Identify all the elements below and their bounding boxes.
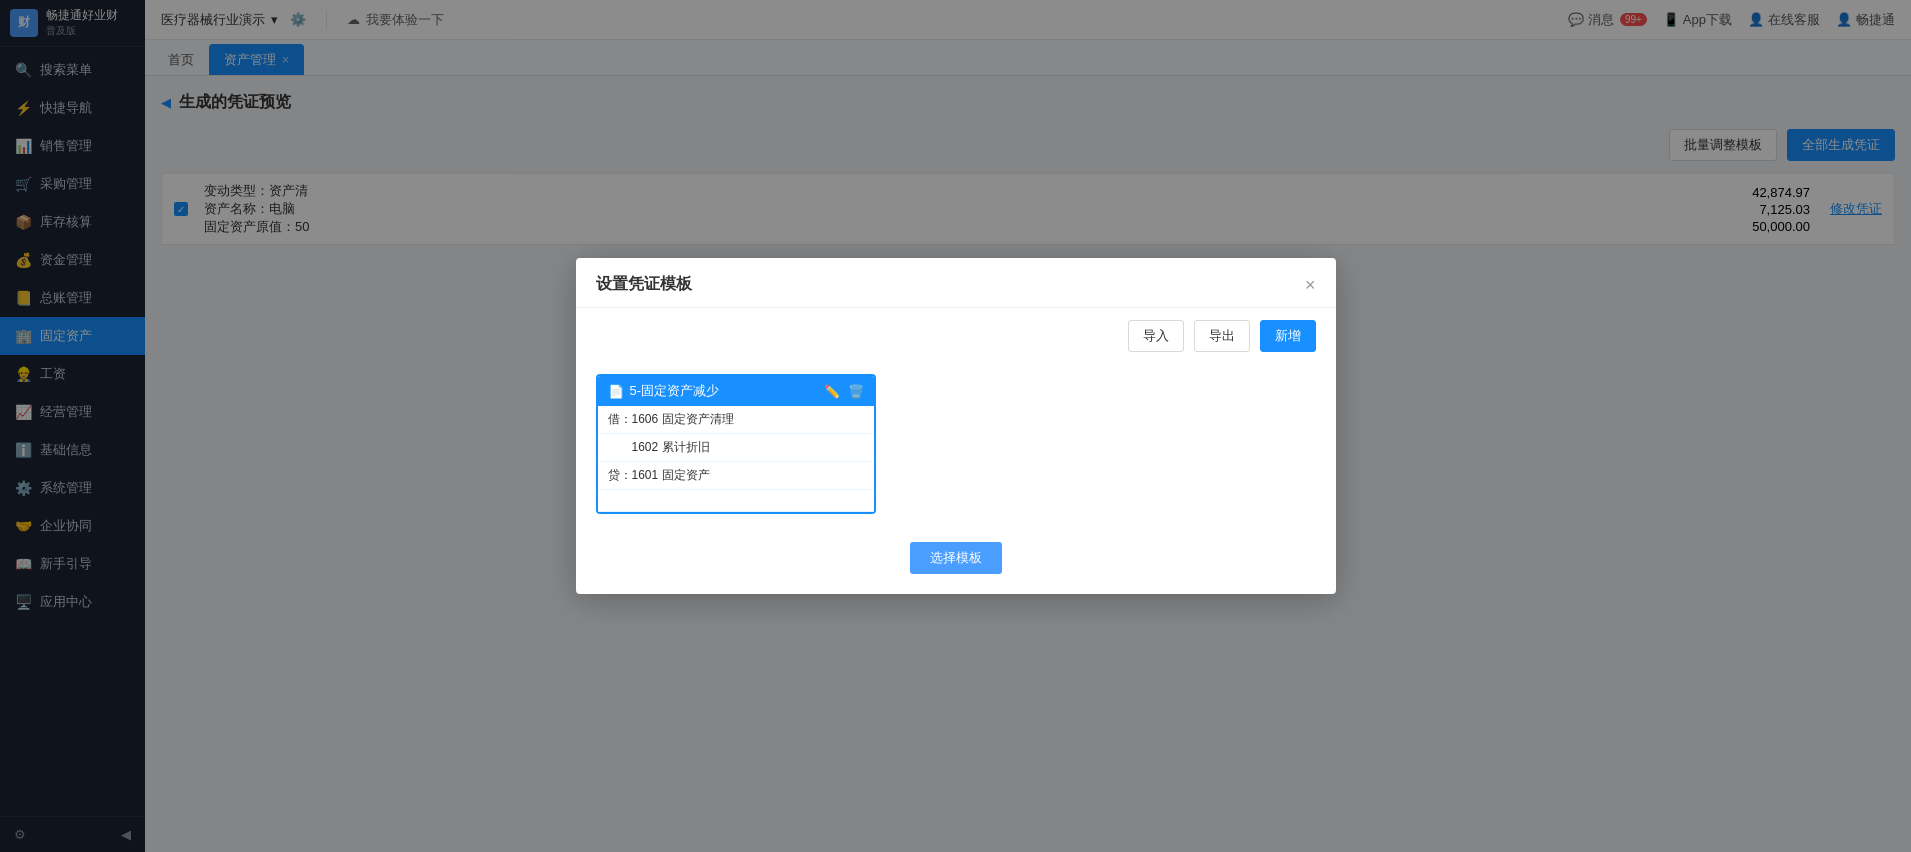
new-btn[interactable]: 新增 [1260, 320, 1316, 352]
template-debit-row-2: 1602 累计折旧 [598, 434, 874, 462]
template-credit-label-1: 贷：1601 固定资产 [608, 467, 710, 484]
voucher-template-modal: 设置凭证模板 × 导入 导出 新增 📄 5-固定资产减少 ✏️ 🗑️ [576, 258, 1336, 594]
modal-header: 设置凭证模板 × [576, 258, 1336, 308]
modal-toolbar: 导入 导出 新增 [576, 308, 1336, 364]
template-card-actions: ✏️ 🗑️ [824, 384, 864, 399]
template-credit-row-1: 贷：1601 固定资产 [598, 462, 874, 490]
template-card[interactable]: 📄 5-固定资产减少 ✏️ 🗑️ 借：1606 固定资产清理 1602 累计折旧 [596, 374, 876, 514]
modal-title: 设置凭证模板 [596, 274, 692, 295]
modal-overlay: 设置凭证模板 × 导入 导出 新增 📄 5-固定资产减少 ✏️ 🗑️ [0, 0, 1911, 852]
modal-close-btn[interactable]: × [1305, 276, 1316, 294]
import-btn[interactable]: 导入 [1128, 320, 1184, 352]
select-template-btn[interactable]: 选择模板 [910, 542, 1002, 574]
template-delete-btn[interactable]: 🗑️ [848, 384, 864, 399]
template-icon: 📄 [608, 384, 624, 399]
template-debit-label-2: 1602 累计折旧 [608, 439, 710, 456]
modal-body: 📄 5-固定资产减少 ✏️ 🗑️ 借：1606 固定资产清理 1602 累计折旧 [576, 364, 1336, 594]
template-card-body: 借：1606 固定资产清理 1602 累计折旧 贷：1601 固定资产 [598, 406, 874, 512]
template-name: 5-固定资产减少 [630, 382, 720, 400]
template-debit-row-1: 借：1606 固定资产清理 [598, 406, 874, 434]
export-btn[interactable]: 导出 [1194, 320, 1250, 352]
template-debit-label-1: 借：1606 固定资产清理 [608, 411, 734, 428]
template-card-header: 📄 5-固定资产减少 ✏️ 🗑️ [598, 376, 874, 406]
template-edit-btn[interactable]: ✏️ [824, 384, 840, 399]
template-empty-row [598, 490, 874, 512]
